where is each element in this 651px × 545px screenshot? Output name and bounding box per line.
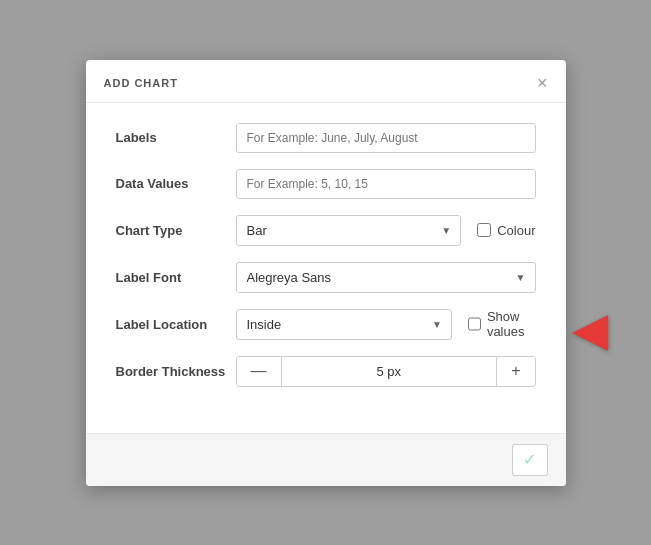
dialog-title: ADD CHART	[104, 77, 178, 89]
close-button[interactable]: ×	[537, 74, 548, 92]
chart-type-field-wrapper: Bar Line Pie Doughnut ▼ Colour	[236, 215, 536, 246]
stepper-minus-button[interactable]: —	[237, 357, 281, 385]
colour-checkbox[interactable]	[477, 223, 491, 237]
border-thickness-field-wrapper: — 5 px +	[236, 356, 536, 387]
label-location-label: Label Location	[116, 317, 236, 332]
label-font-select-wrapper: Alegreya Sans Arial Georgia Helvetica ▼	[236, 262, 536, 293]
labels-field-wrapper	[236, 123, 536, 153]
chart-type-label: Chart Type	[116, 223, 236, 238]
colour-group: Colour	[477, 223, 535, 238]
label-font-label: Label Font	[116, 270, 236, 285]
label-location-row: Label Location Inside Outside None ▼	[116, 309, 536, 340]
data-values-row: Data Values	[116, 169, 536, 199]
label-font-field-wrapper: Alegreya Sans Arial Georgia Helvetica ▼	[236, 262, 536, 293]
border-thickness-row: Border Thickness — 5 px +	[116, 356, 536, 387]
chart-type-select-wrapper: Bar Line Pie Doughnut ▼	[236, 215, 462, 246]
red-arrow-indicator	[572, 315, 608, 351]
chart-type-select[interactable]: Bar Line Pie Doughnut	[236, 215, 462, 246]
chart-type-row: Chart Type Bar Line Pie Doughnut ▼	[116, 215, 536, 246]
chart-type-with-colour: Bar Line Pie Doughnut ▼ Colour	[236, 215, 536, 246]
border-thickness-label: Border Thickness	[116, 364, 236, 379]
show-values-checkbox[interactable]	[468, 317, 481, 331]
stepper-value: 5 px	[281, 357, 498, 386]
colour-label: Colour	[497, 223, 535, 238]
add-chart-dialog: ADD CHART × Labels Data Values Chart	[86, 60, 566, 486]
dialog-footer: ✓	[86, 433, 566, 486]
dialog-header: ADD CHART ×	[86, 60, 566, 103]
label-font-select[interactable]: Alegreya Sans Arial Georgia Helvetica	[236, 262, 536, 293]
show-values-group: Show values	[468, 309, 536, 339]
data-values-input[interactable]	[236, 169, 536, 199]
label-location-with-show-values: Inside Outside None ▼ Show values	[236, 309, 536, 340]
data-values-label: Data Values	[116, 176, 236, 191]
label-font-row: Label Font Alegreya Sans Arial Georgia H…	[116, 262, 536, 293]
label-location-select[interactable]: Inside Outside None	[236, 309, 452, 340]
labels-row: Labels	[116, 123, 536, 153]
border-thickness-stepper: — 5 px +	[236, 356, 536, 387]
confirm-button[interactable]: ✓	[512, 444, 548, 476]
label-location-select-wrapper: Inside Outside None ▼	[236, 309, 452, 340]
data-values-field-wrapper	[236, 169, 536, 199]
show-values-label: Show values	[487, 309, 536, 339]
dialog-body: Labels Data Values Chart Type	[86, 103, 566, 433]
labels-label: Labels	[116, 130, 236, 145]
labels-input[interactable]	[236, 123, 536, 153]
stepper-plus-button[interactable]: +	[497, 357, 534, 385]
label-location-field-wrapper: Inside Outside None ▼ Show values	[236, 309, 536, 340]
